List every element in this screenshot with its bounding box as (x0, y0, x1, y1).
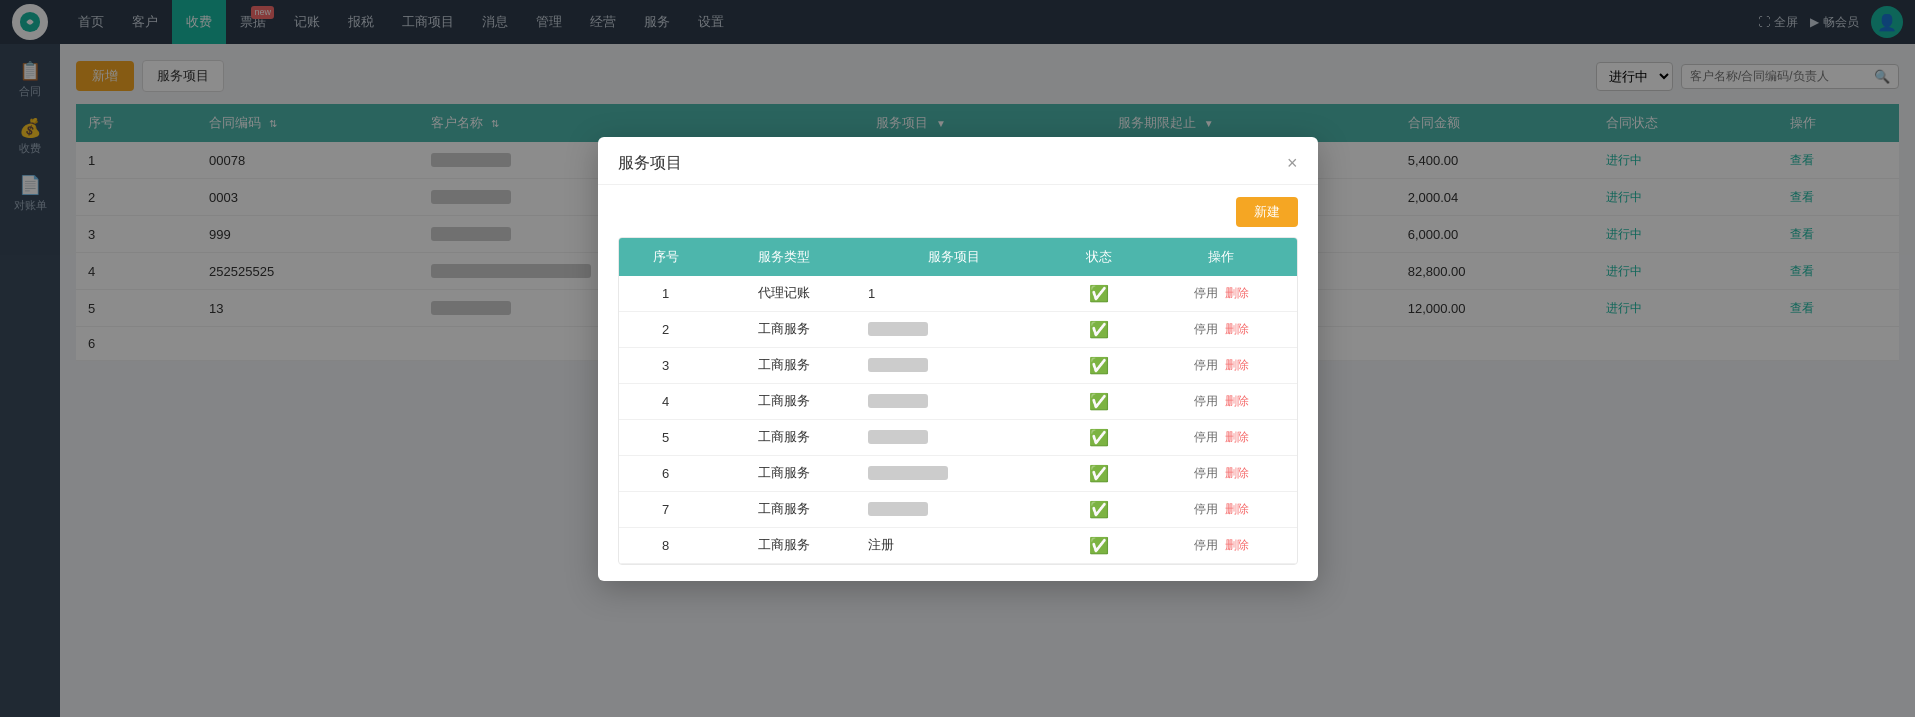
modal-table-row: 2 工商服务 ✅ 停用 删除 (619, 311, 1297, 347)
modal-col-status: 状态 (1052, 238, 1146, 276)
modal-cell-item (856, 347, 1052, 383)
modal-table-row: 8 工商服务 注册 ✅ 停用 删除 (619, 527, 1297, 563)
modal-table-row: 6 工商服务 ✅ 停用 删除 (619, 455, 1297, 491)
modal-new-button[interactable]: 新建 (1236, 197, 1298, 227)
modal-footer (598, 565, 1318, 581)
modal-col-type: 服务类型 (713, 238, 856, 276)
cell-item-text: 注册 (868, 537, 894, 552)
modal-table-body: 1 代理记账 1 ✅ 停用 删除 2 工商服务 ✅ 停用 删除 3 工商服务 ✅… (619, 276, 1297, 564)
modal-toolbar: 新建 (618, 197, 1298, 227)
delete-button[interactable]: 删除 (1225, 358, 1249, 372)
modal-cell-action: 停用 删除 (1146, 527, 1296, 563)
modal-cell-type: 工商服务 (713, 311, 856, 347)
modal-cell-action: 停用 删除 (1146, 491, 1296, 527)
modal-table-row: 7 工商服务 ✅ 停用 删除 (619, 491, 1297, 527)
modal-cell-item: 1 (856, 276, 1052, 312)
cell-item-text: 1 (868, 286, 875, 301)
delete-button[interactable]: 删除 (1225, 286, 1249, 300)
delete-button[interactable]: 删除 (1225, 538, 1249, 552)
modal-cell-status: ✅ (1052, 383, 1146, 419)
modal-cell-type: 工商服务 (713, 455, 856, 491)
delete-button[interactable]: 删除 (1225, 394, 1249, 408)
modal-cell-seq: 6 (619, 455, 713, 491)
delete-button[interactable]: 删除 (1225, 430, 1249, 444)
item-blurred (868, 322, 928, 336)
modal-cell-status: ✅ (1052, 311, 1146, 347)
modal-table-wrap: 序号 服务类型 服务项目 状态 操作 1 代理记账 1 ✅ 停用 删除 2 工商… (618, 237, 1298, 565)
modal-cell-item (856, 419, 1052, 455)
modal-header: 服务项目 × (598, 137, 1318, 185)
modal-col-item: 服务项目 (856, 238, 1052, 276)
modal-cell-status: ✅ (1052, 276, 1146, 312)
modal-table-row: 1 代理记账 1 ✅ 停用 删除 (619, 276, 1297, 312)
modal-col-action: 操作 (1146, 238, 1296, 276)
status-check-icon: ✅ (1089, 285, 1109, 302)
modal-cell-type: 工商服务 (713, 347, 856, 383)
stop-button[interactable]: 停用 (1194, 538, 1218, 552)
modal-cell-type: 工商服务 (713, 383, 856, 419)
modal-col-seq: 序号 (619, 238, 713, 276)
modal-cell-item (856, 455, 1052, 491)
status-check-icon: ✅ (1089, 465, 1109, 482)
modal-table-row: 4 工商服务 ✅ 停用 删除 (619, 383, 1297, 419)
modal-cell-item (856, 491, 1052, 527)
modal-cell-item: 注册 (856, 527, 1052, 563)
status-check-icon: ✅ (1089, 393, 1109, 410)
modal-cell-item (856, 383, 1052, 419)
modal-cell-status: ✅ (1052, 491, 1146, 527)
modal-table-row: 3 工商服务 ✅ 停用 删除 (619, 347, 1297, 383)
modal-cell-status: ✅ (1052, 527, 1146, 563)
modal-cell-seq: 5 (619, 419, 713, 455)
status-check-icon: ✅ (1089, 321, 1109, 338)
item-blurred (868, 430, 928, 444)
modal-cell-seq: 8 (619, 527, 713, 563)
modal-cell-type: 工商服务 (713, 491, 856, 527)
modal-cell-action: 停用 删除 (1146, 311, 1296, 347)
modal-cell-type: 工商服务 (713, 527, 856, 563)
modal-cell-status: ✅ (1052, 455, 1146, 491)
modal-cell-status: ✅ (1052, 419, 1146, 455)
stop-button[interactable]: 停用 (1194, 358, 1218, 372)
modal-cell-type: 工商服务 (713, 419, 856, 455)
status-check-icon: ✅ (1089, 537, 1109, 554)
service-items-modal: 服务项目 × 新建 序号 服务类型 服务项目 状态 操作 (598, 137, 1318, 581)
delete-button[interactable]: 删除 (1225, 322, 1249, 336)
modal-cell-action: 停用 删除 (1146, 347, 1296, 383)
service-items-table: 序号 服务类型 服务项目 状态 操作 1 代理记账 1 ✅ 停用 删除 2 工商… (619, 238, 1297, 564)
modal-cell-seq: 1 (619, 276, 713, 312)
item-blurred (868, 394, 928, 408)
stop-button[interactable]: 停用 (1194, 286, 1218, 300)
modal-overlay[interactable]: 服务项目 × 新建 序号 服务类型 服务项目 状态 操作 (0, 0, 1915, 717)
modal-cell-type: 代理记账 (713, 276, 856, 312)
modal-cell-action: 停用 删除 (1146, 419, 1296, 455)
modal-cell-seq: 3 (619, 347, 713, 383)
stop-button[interactable]: 停用 (1194, 502, 1218, 516)
item-blurred (868, 358, 928, 372)
modal-cell-item (856, 311, 1052, 347)
stop-button[interactable]: 停用 (1194, 430, 1218, 444)
status-check-icon: ✅ (1089, 501, 1109, 518)
modal-cell-action: 停用 删除 (1146, 383, 1296, 419)
stop-button[interactable]: 停用 (1194, 394, 1218, 408)
modal-table-row: 5 工商服务 ✅ 停用 删除 (619, 419, 1297, 455)
modal-cell-status: ✅ (1052, 347, 1146, 383)
modal-cell-action: 停用 删除 (1146, 455, 1296, 491)
delete-button[interactable]: 删除 (1225, 502, 1249, 516)
stop-button[interactable]: 停用 (1194, 322, 1218, 336)
modal-title: 服务项目 (618, 153, 682, 174)
item-blurred (868, 466, 948, 480)
modal-body: 新建 序号 服务类型 服务项目 状态 操作 1 代理记账 (598, 185, 1318, 565)
modal-close-button[interactable]: × (1287, 154, 1298, 172)
modal-cell-seq: 2 (619, 311, 713, 347)
status-check-icon: ✅ (1089, 429, 1109, 446)
stop-button[interactable]: 停用 (1194, 466, 1218, 480)
modal-cell-action: 停用 删除 (1146, 276, 1296, 312)
modal-cell-seq: 4 (619, 383, 713, 419)
modal-table-header-row: 序号 服务类型 服务项目 状态 操作 (619, 238, 1297, 276)
status-check-icon: ✅ (1089, 357, 1109, 374)
item-blurred (868, 502, 928, 516)
modal-cell-seq: 7 (619, 491, 713, 527)
delete-button[interactable]: 删除 (1225, 466, 1249, 480)
